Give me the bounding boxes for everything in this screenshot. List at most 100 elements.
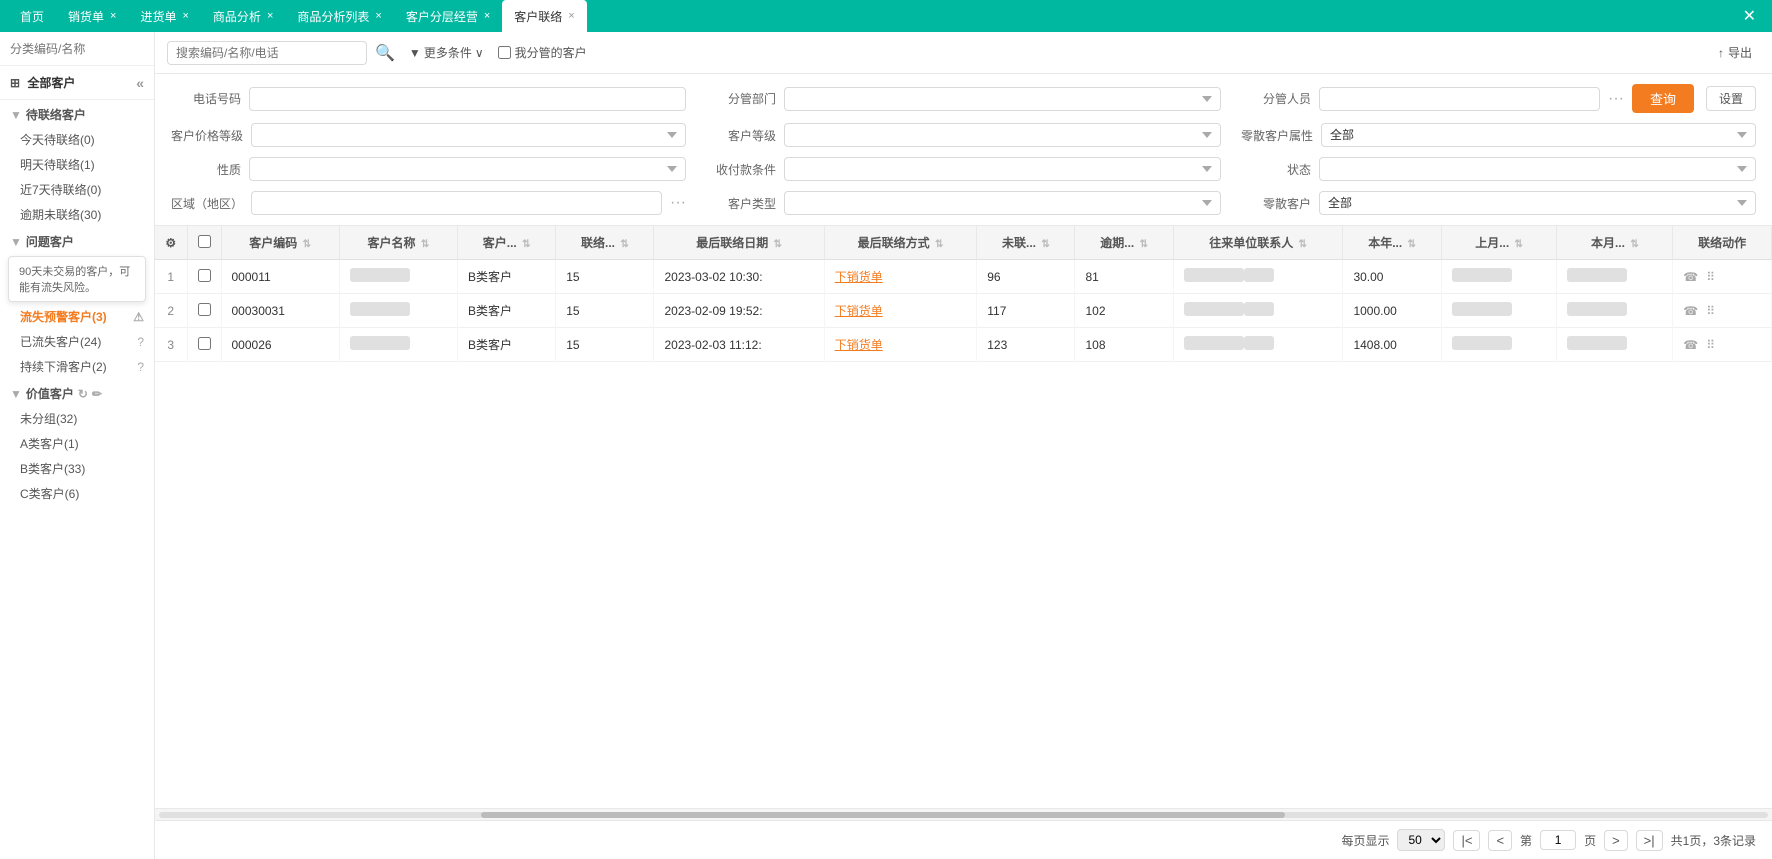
sidebar-all-customers[interactable]: ⊞ 全部客户 « xyxy=(0,66,154,100)
tab-customer-liaison[interactable]: 客户联络 × xyxy=(502,0,586,32)
blurred-cell xyxy=(1567,336,1627,350)
tab-close-sales-order[interactable]: × xyxy=(110,10,116,22)
tab-sales-order[interactable]: 销货单 × xyxy=(56,0,128,32)
sidebar-item-at-risk[interactable]: 流失预警客户(3) ⚠ xyxy=(0,304,154,329)
sidebar-item-tomorrow[interactable]: 明天待联络(1) xyxy=(0,152,154,177)
scrollbar-thumb[interactable] xyxy=(481,812,1286,818)
action-phone-icon[interactable]: ☎ xyxy=(1683,338,1698,352)
blurred-cell xyxy=(1567,268,1627,282)
settings-button[interactable]: 设置 xyxy=(1706,86,1756,111)
action-more-icon[interactable]: ⠿ xyxy=(1706,338,1715,352)
sort-method-icon[interactable]: ⇅ xyxy=(935,239,943,250)
page-next-button[interactable]: > xyxy=(1604,830,1628,851)
page-first-button[interactable]: |< xyxy=(1453,830,1480,851)
sidebar-item-today[interactable]: 今天待联络(0) xyxy=(0,127,154,152)
zero-sale-attr-select[interactable]: 全部 xyxy=(1321,123,1756,147)
tab-close-customer-layering[interactable]: × xyxy=(484,10,490,22)
tab-close-product-analysis[interactable]: × xyxy=(267,10,273,22)
sort-lmonth-icon[interactable]: ⇅ xyxy=(1515,239,1523,250)
refresh-icon[interactable]: ↻ xyxy=(78,387,88,401)
manager-input[interactable] xyxy=(1319,87,1600,111)
my-customers-checkbox-label[interactable]: 我分管的客户 xyxy=(498,44,587,61)
sidebar-item-declining[interactable]: 持续下滑客户(2) ? xyxy=(0,354,154,379)
row-checkbox-cell[interactable] xyxy=(187,294,221,328)
sort-year-icon[interactable]: ⇅ xyxy=(1408,239,1416,250)
sidebar-item-ungrouped[interactable]: 未分组(32) xyxy=(0,406,154,431)
edit-icon[interactable]: ✏ xyxy=(92,387,102,401)
sort-month-icon[interactable]: ⇅ xyxy=(1630,239,1638,250)
search-button[interactable]: 🔍 xyxy=(375,43,395,63)
export-button[interactable]: ↑ 导出 xyxy=(1710,40,1760,65)
last-method-link[interactable]: 下销货单 xyxy=(835,304,883,318)
cell-not-contact: 117 xyxy=(977,294,1075,328)
action-phone-icon[interactable]: ☎ xyxy=(1683,270,1698,284)
sort-person-icon[interactable]: ⇅ xyxy=(1299,239,1307,250)
sidebar-section-problem[interactable]: ▼ 问题客户 xyxy=(0,227,154,254)
th-settings[interactable]: ⚙ xyxy=(155,226,187,260)
sort-overdue-icon[interactable]: ⇅ xyxy=(1140,239,1148,250)
row-checkbox-cell[interactable] xyxy=(187,328,221,362)
tab-purchase-order[interactable]: 进货单 × xyxy=(128,0,200,32)
my-customers-checkbox[interactable] xyxy=(498,46,511,59)
th-checkbox[interactable] xyxy=(187,226,221,260)
row-checkbox[interactable] xyxy=(198,337,211,350)
sidebar-search-input[interactable] xyxy=(10,42,155,56)
action-more-icon[interactable]: ⠿ xyxy=(1706,270,1715,284)
sort-code-icon[interactable]: ⇅ xyxy=(303,239,311,250)
sidebar-item-a-class[interactable]: A类客户(1) xyxy=(0,431,154,456)
price-level-select[interactable] xyxy=(251,123,686,147)
last-method-link[interactable]: 下销货单 xyxy=(835,338,883,352)
sidebar-section-value[interactable]: ▼ 价值客户 ↻ ✏ xyxy=(0,379,154,406)
sidebar-item-7days[interactable]: 近7天待联络(0) xyxy=(0,177,154,202)
query-button[interactable]: 查询 xyxy=(1632,84,1694,113)
select-all-checkbox[interactable] xyxy=(198,235,211,248)
customer-level-select[interactable] xyxy=(784,123,1221,147)
collapse-icon[interactable]: « xyxy=(136,75,144,91)
row-checkbox[interactable] xyxy=(198,269,211,282)
row-checkbox[interactable] xyxy=(198,303,211,316)
tab-close-purchase-order[interactable]: × xyxy=(182,10,188,22)
row-checkbox-cell[interactable] xyxy=(187,260,221,294)
sidebar-item-overdue[interactable]: 逾期未联络(30) xyxy=(0,202,154,227)
sidebar-section-pending[interactable]: ▼ 待联络客户 xyxy=(0,100,154,127)
window-close-button[interactable]: ✕ xyxy=(1735,6,1764,26)
export-icon: ↑ xyxy=(1718,46,1724,60)
search-input[interactable] xyxy=(167,41,367,65)
nature-select[interactable] xyxy=(249,157,686,181)
region-input[interactable] xyxy=(251,191,662,215)
sidebar-item-b-class[interactable]: B类客户(33) xyxy=(0,456,154,481)
zero-sale-select[interactable]: 全部 xyxy=(1319,191,1756,215)
horizontal-scrollbar[interactable] xyxy=(155,808,1772,820)
status-select[interactable] xyxy=(1319,157,1756,181)
action-more-icon[interactable]: ⠿ xyxy=(1706,304,1715,318)
per-page-select[interactable]: 50 xyxy=(1397,829,1445,851)
tab-product-analysis[interactable]: 商品分析 × xyxy=(201,0,285,32)
info-icon[interactable]: ? xyxy=(137,335,144,349)
more-conditions-button[interactable]: ▼ 更多条件 ∨ xyxy=(403,40,490,65)
page-prev-button[interactable]: < xyxy=(1488,830,1512,851)
page-last-button[interactable]: >| xyxy=(1636,830,1663,851)
sidebar-item-lost[interactable]: 已流失客户(24) ? xyxy=(0,329,154,354)
page-number-input[interactable] xyxy=(1540,830,1576,850)
sort-contact-icon[interactable]: ⇅ xyxy=(620,239,628,250)
sort-type-icon[interactable]: ⇅ xyxy=(522,239,530,250)
last-method-link[interactable]: 下销货单 xyxy=(835,270,883,284)
dept-select[interactable] xyxy=(784,87,1221,111)
region-dots-icon[interactable]: ··· xyxy=(670,194,686,212)
customer-type-select[interactable] xyxy=(784,191,1221,215)
action-phone-icon[interactable]: ☎ xyxy=(1683,304,1698,318)
sort-date-icon[interactable]: ⇅ xyxy=(774,239,782,250)
phone-input[interactable] xyxy=(249,87,686,111)
sort-name-icon[interactable]: ⇅ xyxy=(421,239,429,250)
tab-close-customer-liaison[interactable]: × xyxy=(568,10,574,22)
tab-home[interactable]: 首页 xyxy=(8,0,56,32)
tab-customer-layering[interactable]: 客户分层经营 × xyxy=(394,0,502,32)
sort-not-contact-icon[interactable]: ⇅ xyxy=(1041,239,1049,250)
info-icon-2[interactable]: ? xyxy=(137,360,144,374)
sidebar-item-c-class[interactable]: C类客户(6) xyxy=(0,481,154,506)
cell-action: ☎ ⠿ xyxy=(1673,294,1772,328)
tab-close-product-analysis-list[interactable]: × xyxy=(375,10,381,22)
manager-dots-icon[interactable]: ··· xyxy=(1608,90,1624,108)
tab-product-analysis-list[interactable]: 商品分析列表 × xyxy=(285,0,393,32)
payment-select[interactable] xyxy=(784,157,1221,181)
